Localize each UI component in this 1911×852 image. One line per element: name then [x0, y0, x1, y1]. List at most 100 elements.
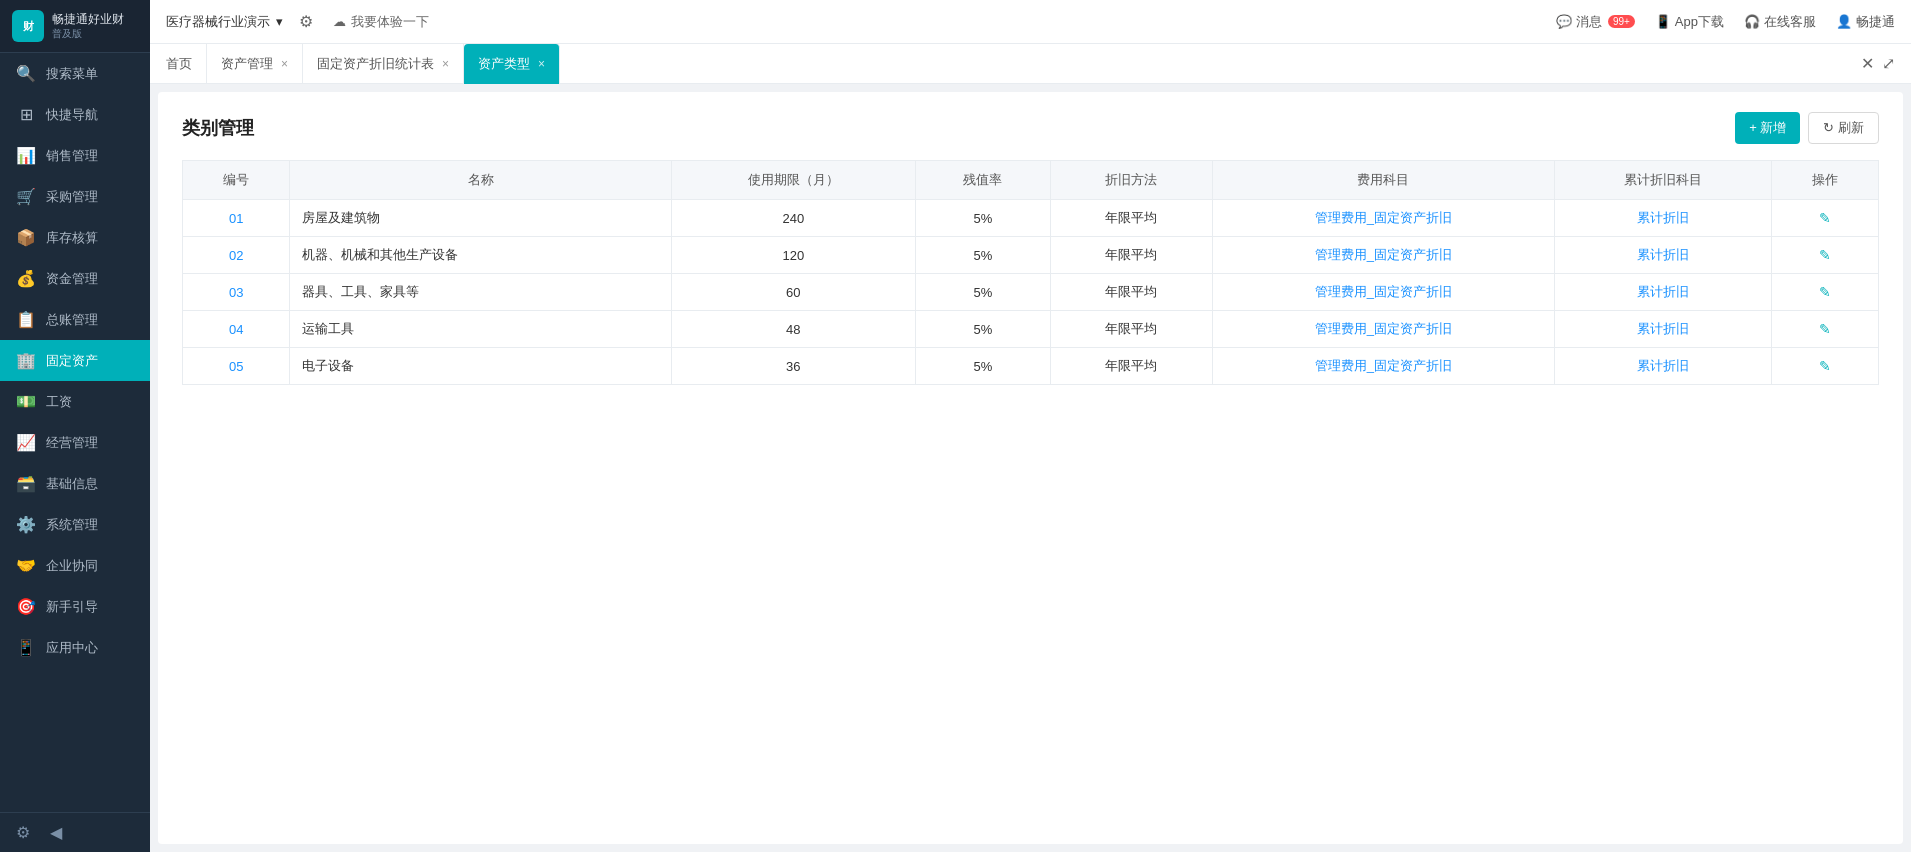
tab-depreciation-report[interactable]: 固定资产折旧统计表 ×	[303, 44, 464, 84]
col-residual: 残值率	[915, 161, 1050, 200]
col-accumulate: 累计折旧科目	[1554, 161, 1771, 200]
cell-expense: 管理费用_固定资产折旧	[1212, 274, 1554, 311]
sidebar-item-search[interactable]: 🔍 搜索菜单	[0, 53, 150, 94]
sidebar-item-guide[interactable]: 🎯 新手引导	[0, 586, 150, 627]
cell-period: 60	[671, 274, 915, 311]
cell-method: 年限平均	[1050, 274, 1212, 311]
tabs-right-controls: ✕ ⤢	[1861, 54, 1895, 73]
cell-period: 36	[671, 348, 915, 385]
cell-period: 240	[671, 200, 915, 237]
content-header: 类别管理 + 新增 ↻ 刷新	[182, 112, 1879, 144]
header-settings-icon[interactable]: ⚙	[299, 12, 313, 31]
sidebar: 财 畅捷通好业财 普及版 🔍 搜索菜单 ⊞ 快捷导航 📊 销售管理 🛒 采购管理…	[0, 0, 150, 852]
cell-accumulate: 累计折旧	[1554, 311, 1771, 348]
cell-residual: 5%	[915, 200, 1050, 237]
sidebar-item-sales[interactable]: 📊 销售管理	[0, 135, 150, 176]
purchase-label: 采购管理	[46, 188, 98, 206]
online-service-button[interactable]: 🎧 在线客服	[1744, 13, 1816, 31]
settings-icon[interactable]: ⚙	[16, 823, 30, 842]
sidebar-item-inventory[interactable]: 📦 库存核算	[0, 217, 150, 258]
message-button[interactable]: 💬 消息 99	[1556, 13, 1635, 31]
user-button[interactable]: 👤 畅捷通	[1836, 13, 1895, 31]
sidebar-item-fixed-assets[interactable]: 🏢 固定资产	[0, 340, 150, 381]
sales-icon: 📊	[16, 146, 36, 165]
guide-icon: 🎯	[16, 597, 36, 616]
message-icon: 💬	[1556, 14, 1572, 29]
tab-home-label: 首页	[166, 55, 192, 73]
tab-asset-mgmt[interactable]: 资产管理 ×	[207, 44, 303, 84]
tab-home[interactable]: 首页	[166, 44, 207, 84]
base-info-label: 基础信息	[46, 475, 98, 493]
app-name: 畅捷通好业财	[52, 11, 124, 28]
col-period: 使用期限（月）	[671, 161, 915, 200]
tab-asset-mgmt-close[interactable]: ×	[281, 57, 288, 71]
sidebar-item-app-center[interactable]: 📱 应用中心	[0, 627, 150, 668]
app-download-label: App下载	[1675, 13, 1724, 31]
workspace-selector[interactable]: 医疗器械行业演示 ▾	[166, 13, 283, 31]
system-icon: ⚙️	[16, 515, 36, 534]
cell-action: ✎	[1771, 274, 1878, 311]
sidebar-logo: 财 畅捷通好业财 普及版	[0, 0, 150, 53]
cell-method: 年限平均	[1050, 237, 1212, 274]
sidebar-item-base-info[interactable]: 🗃️ 基础信息	[0, 463, 150, 504]
col-expense: 费用科目	[1212, 161, 1554, 200]
cell-code: 04	[183, 311, 290, 348]
close-tab-icon[interactable]: ✕	[1861, 54, 1874, 73]
base-info-icon: 🗃️	[16, 474, 36, 493]
cell-action: ✎	[1771, 237, 1878, 274]
tab-depreciation-close[interactable]: ×	[442, 57, 449, 71]
sidebar-item-capital[interactable]: 💰 资金管理	[0, 258, 150, 299]
edit-icon[interactable]: ✎	[1819, 210, 1831, 226]
sidebar-item-enterprise[interactable]: 🤝 企业协同	[0, 545, 150, 586]
refresh-button[interactable]: ↻ 刷新	[1808, 112, 1879, 144]
sidebar-footer: ⚙ ◀	[0, 812, 150, 852]
edit-icon[interactable]: ✎	[1819, 358, 1831, 374]
new-button[interactable]: + 新增	[1735, 112, 1800, 144]
edit-icon[interactable]: ✎	[1819, 321, 1831, 337]
operations-label: 经营管理	[46, 434, 98, 452]
cell-accumulate: 累计折旧	[1554, 274, 1771, 311]
edit-icon[interactable]: ✎	[1819, 284, 1831, 300]
expand-icon[interactable]: ⤢	[1882, 54, 1895, 73]
table-row: 04 运输工具 48 5% 年限平均 管理费用_固定资产折旧 累计折旧 ✎	[183, 311, 1879, 348]
cell-residual: 5%	[915, 311, 1050, 348]
cell-code: 02	[183, 237, 290, 274]
sidebar-item-ledger[interactable]: 📋 总账管理	[0, 299, 150, 340]
sidebar-item-system[interactable]: ⚙️ 系统管理	[0, 504, 150, 545]
user-name: 畅捷通	[1856, 13, 1895, 31]
quick-nav-label: 快捷导航	[46, 106, 98, 124]
category-table: 编号 名称 使用期限（月） 残值率 折旧方法 费用科目 累计折旧科目 操作 01…	[182, 160, 1879, 385]
edit-icon[interactable]: ✎	[1819, 247, 1831, 263]
sidebar-item-quick-nav[interactable]: ⊞ 快捷导航	[0, 94, 150, 135]
sidebar-item-payroll[interactable]: 💵 工资	[0, 381, 150, 422]
collapse-icon[interactable]: ◀	[50, 823, 62, 842]
trial-button[interactable]: ☁ 我要体验一下	[333, 13, 429, 31]
col-action: 操作	[1771, 161, 1878, 200]
cell-action: ✎	[1771, 311, 1878, 348]
main-content: 医疗器械行业演示 ▾ ⚙ ☁ 我要体验一下 💬 消息 99 📱 App下载 🎧 …	[150, 0, 1911, 852]
tab-asset-type[interactable]: 资产类型 ×	[464, 44, 560, 84]
sidebar-item-operations[interactable]: 📈 经营管理	[0, 422, 150, 463]
header-right-actions: 💬 消息 99 📱 App下载 🎧 在线客服 👤 畅捷通	[1556, 13, 1895, 31]
col-method: 折旧方法	[1050, 161, 1212, 200]
app-download-button[interactable]: 📱 App下载	[1655, 13, 1724, 31]
search-label: 搜索菜单	[46, 65, 98, 83]
cell-name: 房屋及建筑物	[290, 200, 671, 237]
purchase-icon: 🛒	[16, 187, 36, 206]
cell-accumulate: 累计折旧	[1554, 200, 1771, 237]
sidebar-item-purchase[interactable]: 🛒 采购管理	[0, 176, 150, 217]
cell-expense: 管理费用_固定资产折旧	[1212, 348, 1554, 385]
col-name: 名称	[290, 161, 671, 200]
cell-code: 03	[183, 274, 290, 311]
avatar-icon: 👤	[1836, 14, 1852, 29]
cell-name: 机器、机械和其他生产设备	[290, 237, 671, 274]
chevron-down-icon: ▾	[276, 14, 283, 29]
tab-asset-type-close[interactable]: ×	[538, 57, 545, 71]
cell-action: ✎	[1771, 348, 1878, 385]
table-row: 05 电子设备 36 5% 年限平均 管理费用_固定资产折旧 累计折旧 ✎	[183, 348, 1879, 385]
enterprise-icon: 🤝	[16, 556, 36, 575]
message-label: 消息	[1576, 13, 1602, 31]
app-center-icon: 📱	[16, 638, 36, 657]
inventory-icon: 📦	[16, 228, 36, 247]
tab-depreciation-label: 固定资产折旧统计表	[317, 55, 434, 73]
